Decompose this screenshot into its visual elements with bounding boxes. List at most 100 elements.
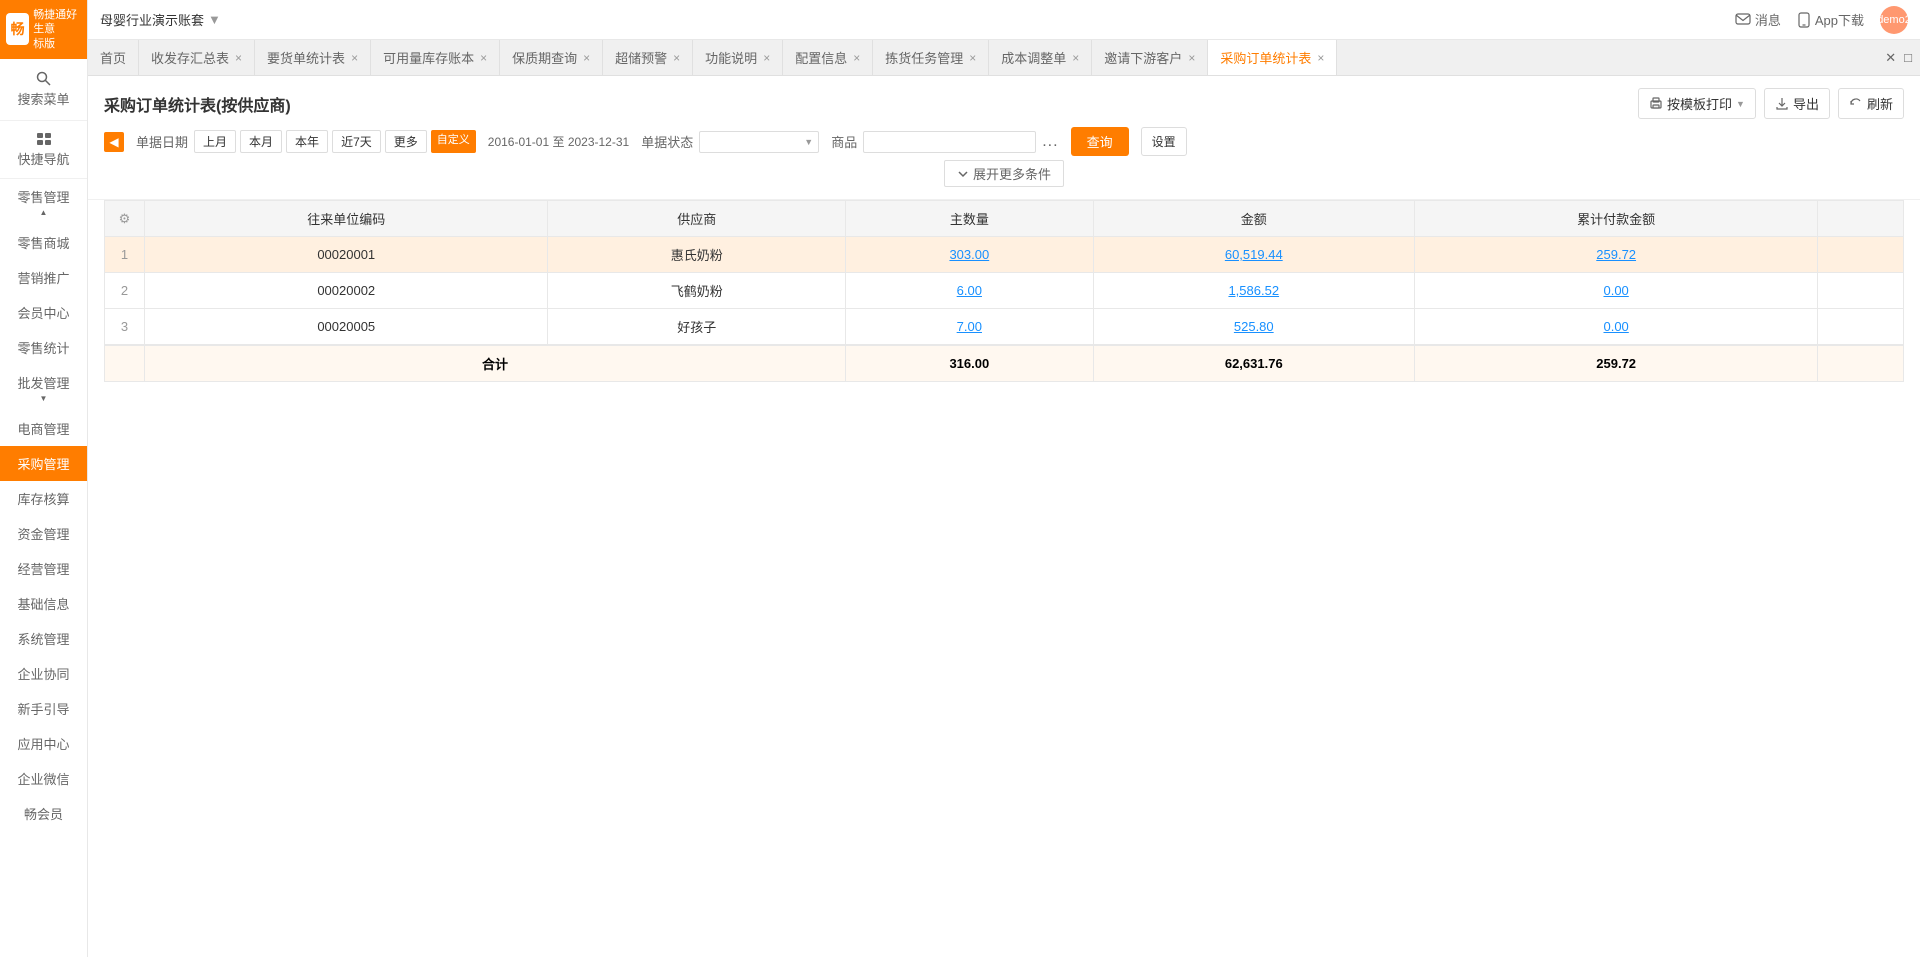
sidebar-logo[interactable]: 畅 畅捷通好生意标版 <box>0 0 87 59</box>
sidebar-item-ecommerce[interactable]: 电商管理 <box>0 411 87 446</box>
account-title: 母婴行业演示账套 <box>100 10 204 29</box>
qty-link[interactable]: 303.00 <box>949 247 989 262</box>
sidebar-item-wholesale[interactable]: 批发管理 <box>0 365 87 411</box>
status-select-wrapper <box>699 131 819 153</box>
table-row[interactable]: 1 00020001 惠氏奶粉 303.00 60,519.44 259.72 <box>105 237 1904 273</box>
tab-close-button[interactable]: × <box>583 51 590 65</box>
tab-purchase-stats[interactable]: 采购订单统计表 × <box>1208 40 1337 76</box>
query-button[interactable]: 查询 <box>1071 127 1129 156</box>
amount-link[interactable]: 525.80 <box>1234 319 1274 334</box>
tab-close-button[interactable]: × <box>853 51 860 65</box>
date-btn-last-month[interactable]: 上月 <box>194 130 236 153</box>
sidebar-item-retail[interactable]: 零售管理 <box>0 179 87 225</box>
tab-cost[interactable]: 成本调整单 × <box>989 40 1092 76</box>
sidebar-item-vip[interactable]: 畅会员 <box>0 796 87 831</box>
dropdown-icon[interactable]: ▼ <box>208 12 221 27</box>
sidebar-item-apps[interactable]: 应用中心 <box>0 726 87 761</box>
sidebar-item-wechat[interactable]: 企业微信 <box>0 761 87 796</box>
tabbar-end-actions: ✕ □ <box>1877 50 1920 66</box>
custom-date-tag[interactable]: 自定义 <box>431 130 476 153</box>
tab-order-stats[interactable]: 要货单统计表 × <box>255 40 371 76</box>
amount-link[interactable]: 60,519.44 <box>1225 247 1283 262</box>
goods-input[interactable] <box>863 131 1036 153</box>
status-select[interactable] <box>699 131 819 153</box>
sidebar-item-inventory[interactable]: 库存核算 <box>0 481 87 516</box>
cell-paid: 0.00 <box>1414 273 1817 309</box>
date-btn-7days[interactable]: 近7天 <box>332 130 381 153</box>
quick-nav-button[interactable]: 快捷导航 <box>0 125 87 174</box>
tab-close-button[interactable]: × <box>763 51 770 65</box>
col-code: 往来单位编码 <box>145 201 548 237</box>
paid-link[interactable]: 0.00 <box>1603 319 1628 334</box>
date-btn-this-month[interactable]: 本月 <box>240 130 282 153</box>
table-row[interactable]: 2 00020002 飞鹤奶粉 6.00 1,586.52 0.00 <box>105 273 1904 309</box>
sidebar-item-member[interactable]: 会员中心 <box>0 295 87 330</box>
sidebar-item-retail-stats[interactable]: 零售统计 <box>0 330 87 365</box>
main-content: 母婴行业演示账套 ▼ 消息 App下载 demo2 首页 <box>88 0 1920 957</box>
maximize-icon[interactable]: □ <box>1904 50 1912 65</box>
tab-home-label: 首页 <box>100 48 126 67</box>
tab-receive-send[interactable]: 收发存汇总表 × <box>139 40 255 76</box>
expand-button[interactable]: 展开更多条件 <box>944 160 1064 187</box>
sidebar-item-enterprise[interactable]: 企业协同 <box>0 656 87 691</box>
sidebar-item-purchase[interactable]: 采购管理 <box>0 446 87 481</box>
sidebar-item-newbie[interactable]: 新手引导 <box>0 691 87 726</box>
paid-link[interactable]: 259.72 <box>1596 247 1636 262</box>
close-tab-icon[interactable]: ✕ <box>1885 50 1896 66</box>
expand-icon <box>957 168 969 180</box>
column-settings-icon[interactable]: ⚙ <box>119 211 131 226</box>
sidebar-item-label: 批发管理 <box>17 373 69 392</box>
date-btn-more[interactable]: 更多 <box>385 130 427 153</box>
export-label: 导出 <box>1793 94 1819 113</box>
tab-close-button[interactable]: × <box>235 51 242 65</box>
sidebar-item-system[interactable]: 系统管理 <box>0 621 87 656</box>
sidebar-item-retail-store[interactable]: 零售商城 <box>0 225 87 260</box>
sidebar-item-operations[interactable]: 经营管理 <box>0 551 87 586</box>
tab-close-button[interactable]: × <box>673 51 680 65</box>
amount-link[interactable]: 1,586.52 <box>1228 283 1279 298</box>
date-range-text: 2016-01-01 至 2023-12-31 <box>488 133 629 150</box>
sidebar-item-label: 采购管理 <box>17 454 69 473</box>
tab-overstock[interactable]: 超储预警 × <box>603 40 693 76</box>
cell-qty: 303.00 <box>846 237 1094 273</box>
tab-home[interactable]: 首页 <box>88 40 139 76</box>
sidebar-item-marketing[interactable]: 营销推广 <box>0 260 87 295</box>
refresh-button[interactable]: 刷新 <box>1838 88 1904 119</box>
tab-inventory-book[interactable]: 可用量库存账本 × <box>371 40 500 76</box>
date-quick-buttons: 上月 本月 本年 近7天 更多 自定义 <box>194 130 476 153</box>
date-btn-this-year[interactable]: 本年 <box>286 130 328 153</box>
user-avatar[interactable]: demo2 <box>1880 6 1908 34</box>
tab-close-button[interactable]: × <box>1188 51 1195 65</box>
collapse-filter-button[interactable]: ◀ <box>104 132 124 152</box>
sidebar-item-label: 零售商城 <box>17 233 69 252</box>
tab-config[interactable]: 配置信息 × <box>783 40 873 76</box>
tab-label: 拣货任务管理 <box>885 48 963 67</box>
settings-button[interactable]: 设置 <box>1141 127 1187 156</box>
topbar-actions: 消息 App下载 demo2 <box>1735 6 1908 34</box>
sidebar-item-basic[interactable]: 基础信息 <box>0 586 87 621</box>
tab-close-button[interactable]: × <box>1072 51 1079 65</box>
tab-invite[interactable]: 邀请下游客户 × <box>1092 40 1208 76</box>
tab-close-button[interactable]: × <box>351 51 358 65</box>
tab-close-button[interactable]: × <box>1317 51 1324 65</box>
tab-function[interactable]: 功能说明 × <box>693 40 783 76</box>
app-download-button[interactable]: App下载 <box>1797 10 1864 29</box>
tab-close-button[interactable]: × <box>969 51 976 65</box>
tab-expiry[interactable]: 保质期查询 × <box>500 40 603 76</box>
qty-link[interactable]: 6.00 <box>957 283 982 298</box>
cell-paid: 259.72 <box>1414 237 1817 273</box>
sidebar-item-finance[interactable]: 资金管理 <box>0 516 87 551</box>
sidebar-item-label: 电商管理 <box>17 419 69 438</box>
message-button[interactable]: 消息 <box>1735 10 1781 29</box>
search-menu-button[interactable]: 搜索菜单 <box>6 67 81 112</box>
cell-paid: 0.00 <box>1414 309 1817 346</box>
tab-task[interactable]: 拣货任务管理 × <box>873 40 989 76</box>
goods-more-icon[interactable]: ... <box>1042 133 1058 151</box>
qty-link[interactable]: 7.00 <box>957 319 982 334</box>
table-row[interactable]: 3 00020005 好孩子 7.00 525.80 0.00 <box>105 309 1904 346</box>
export-button[interactable]: 导出 <box>1764 88 1830 119</box>
paid-link[interactable]: 0.00 <box>1603 283 1628 298</box>
tab-close-button[interactable]: × <box>480 51 487 65</box>
print-button[interactable]: 按模板打印 ▼ <box>1638 88 1756 119</box>
footer-empty <box>105 345 145 382</box>
